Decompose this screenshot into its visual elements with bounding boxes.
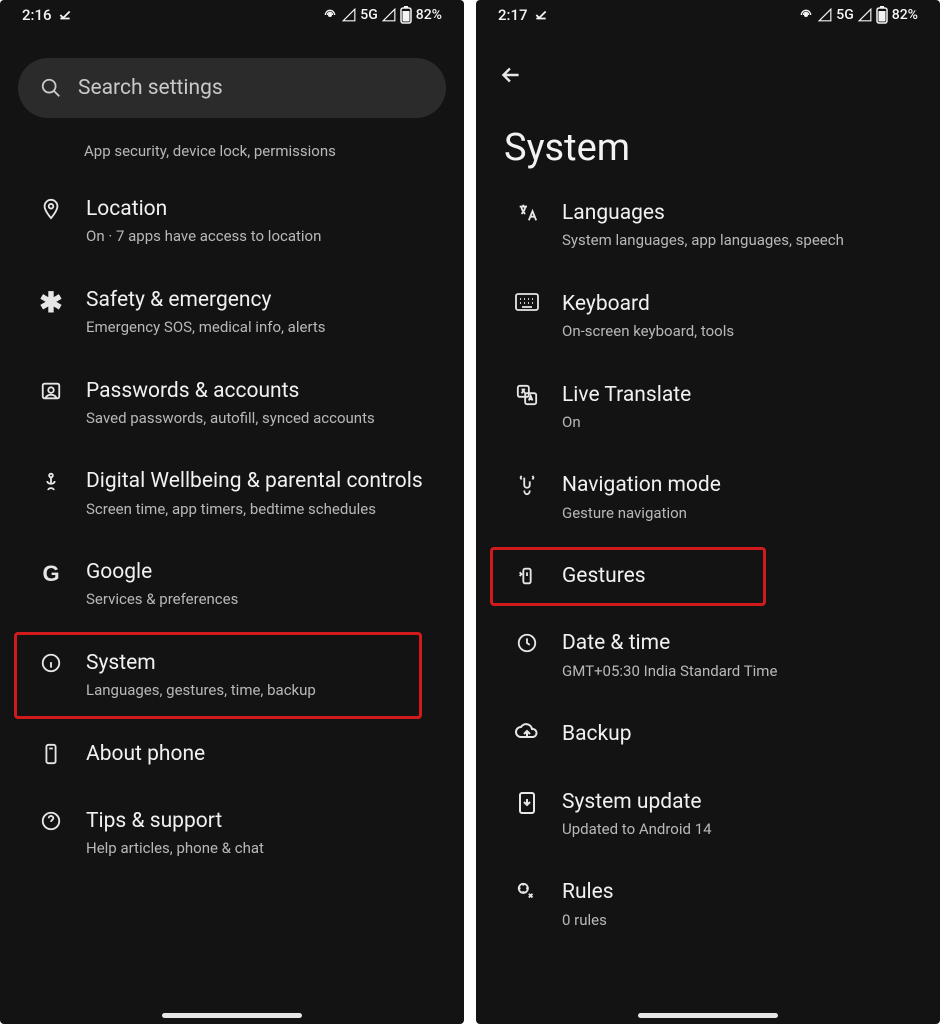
item-subtitle: Gesture navigation: [562, 504, 721, 524]
item-subtitle: On: [562, 413, 691, 433]
item-subtitle: System languages, app languages, speech: [562, 231, 844, 251]
system-item-datetime[interactable]: Date & time GMT+05:30 India Standard Tim…: [476, 610, 940, 701]
item-subtitle: Screen time, app timers, bedtime schedul…: [86, 500, 423, 520]
item-title: Digital Wellbeing & parental controls: [86, 468, 423, 495]
signal2-icon: [858, 8, 872, 22]
system-item-rules[interactable]: Rules 0 rules: [476, 859, 940, 950]
battery-icon: [400, 6, 412, 24]
system-item-languages[interactable]: Languages System languages, app language…: [476, 180, 940, 271]
search-placeholder: Search settings: [78, 76, 223, 100]
status-net: 5G: [360, 7, 378, 23]
phone-right: 2:17 5G 82% System Languages System lang…: [476, 0, 940, 1024]
help-icon: [38, 810, 64, 832]
status-bar: 2:16 5G 82%: [0, 0, 464, 28]
wellbeing-icon: [38, 470, 64, 492]
navmode-icon: [514, 474, 540, 496]
status-net: 5G: [836, 7, 854, 23]
item-title: Backup: [562, 721, 632, 748]
hotspot-icon: [798, 7, 814, 23]
item-subtitle: Languages, gestures, time, backup: [86, 681, 316, 701]
page-title: System: [476, 88, 940, 180]
settings-item-safety[interactable]: ✱ Safety & emergency Emergency SOS, medi…: [0, 267, 464, 358]
system-item-keyboard[interactable]: Keyboard On-screen keyboard, tools: [476, 271, 940, 362]
asterisk-icon: ✱: [38, 289, 64, 317]
item-subtitle: Help articles, phone & chat: [86, 839, 264, 859]
google-icon: G: [38, 561, 64, 587]
backup-icon: [514, 723, 540, 743]
location-icon: [38, 198, 64, 220]
item-subtitle: Updated to Android 14: [562, 820, 712, 840]
status-battery: 82%: [416, 7, 442, 23]
system-item-backup[interactable]: Backup: [476, 701, 940, 768]
item-title: System update: [562, 789, 712, 816]
search-icon: [40, 77, 62, 99]
settings-item-google[interactable]: G Google Services & preferences: [0, 539, 464, 630]
settings-item-passwords[interactable]: Passwords & accounts Saved passwords, au…: [0, 358, 464, 449]
item-title: About phone: [86, 741, 205, 768]
settings-item-wellbeing[interactable]: Digital Wellbeing & parental controls Sc…: [0, 448, 464, 539]
check-icon: [58, 8, 72, 22]
account-icon: [38, 380, 64, 402]
partial-subtitle: App security, device lock, permissions: [0, 136, 464, 176]
item-title: Keyboard: [562, 291, 734, 318]
item-title: Live Translate: [562, 382, 691, 409]
item-title: Tips & support: [86, 808, 264, 835]
gestures-icon: [514, 565, 540, 587]
item-title: Safety & emergency: [86, 287, 326, 314]
signal-icon: [818, 8, 832, 22]
status-time: 2:17: [498, 6, 528, 24]
search-settings[interactable]: Search settings: [18, 58, 446, 118]
item-title: Location: [86, 196, 321, 223]
nav-pill[interactable]: [162, 1013, 302, 1018]
system-item-update[interactable]: System update Updated to Android 14: [476, 769, 940, 860]
update-icon: [514, 791, 540, 815]
rules-icon: [514, 881, 540, 903]
status-time: 2:16: [22, 6, 52, 24]
signal2-icon: [382, 8, 396, 22]
keyboard-icon: [514, 293, 540, 311]
signal-icon: [342, 8, 356, 22]
item-subtitle: Services & preferences: [86, 590, 238, 610]
system-item-gestures[interactable]: Gestures: [476, 543, 940, 610]
battery-icon: [876, 6, 888, 24]
settings-item-location[interactable]: Location On · 7 apps have access to loca…: [0, 176, 464, 267]
item-subtitle: On-screen keyboard, tools: [562, 322, 734, 342]
languages-icon: [514, 202, 540, 224]
item-title: System: [86, 650, 316, 677]
status-battery: 82%: [892, 7, 918, 23]
item-title: Languages: [562, 200, 844, 227]
settings-item-system[interactable]: System Languages, gestures, time, backup: [0, 630, 464, 721]
clock-icon: [514, 632, 540, 654]
item-title: Date & time: [562, 630, 777, 657]
phone-left: 2:16 5G 82% Search settings App security…: [0, 0, 464, 1024]
system-item-navmode[interactable]: Navigation mode Gesture navigation: [476, 452, 940, 543]
back-button[interactable]: [498, 62, 918, 88]
item-subtitle: GMT+05:30 India Standard Time: [562, 662, 777, 682]
item-title: Google: [86, 559, 238, 586]
info-icon: [38, 652, 64, 674]
settings-item-about[interactable]: About phone: [0, 721, 464, 788]
phone-icon: [38, 743, 64, 765]
check-icon: [534, 8, 548, 22]
status-bar: 2:17 5G 82%: [476, 0, 940, 28]
translate-icon: [514, 384, 540, 406]
item-subtitle: 0 rules: [562, 911, 614, 931]
nav-pill[interactable]: [638, 1013, 778, 1018]
item-subtitle: Saved passwords, autofill, synced accoun…: [86, 409, 375, 429]
item-title: Rules: [562, 879, 614, 906]
item-title: Passwords & accounts: [86, 378, 375, 405]
item-subtitle: Emergency SOS, medical info, alerts: [86, 318, 326, 338]
system-item-translate[interactable]: Live Translate On: [476, 362, 940, 453]
item-subtitle: On · 7 apps have access to location: [86, 227, 321, 247]
item-title: Gestures: [562, 563, 646, 590]
hotspot-icon: [322, 7, 338, 23]
settings-item-tips[interactable]: Tips & support Help articles, phone & ch…: [0, 788, 464, 879]
item-title: Navigation mode: [562, 472, 721, 499]
